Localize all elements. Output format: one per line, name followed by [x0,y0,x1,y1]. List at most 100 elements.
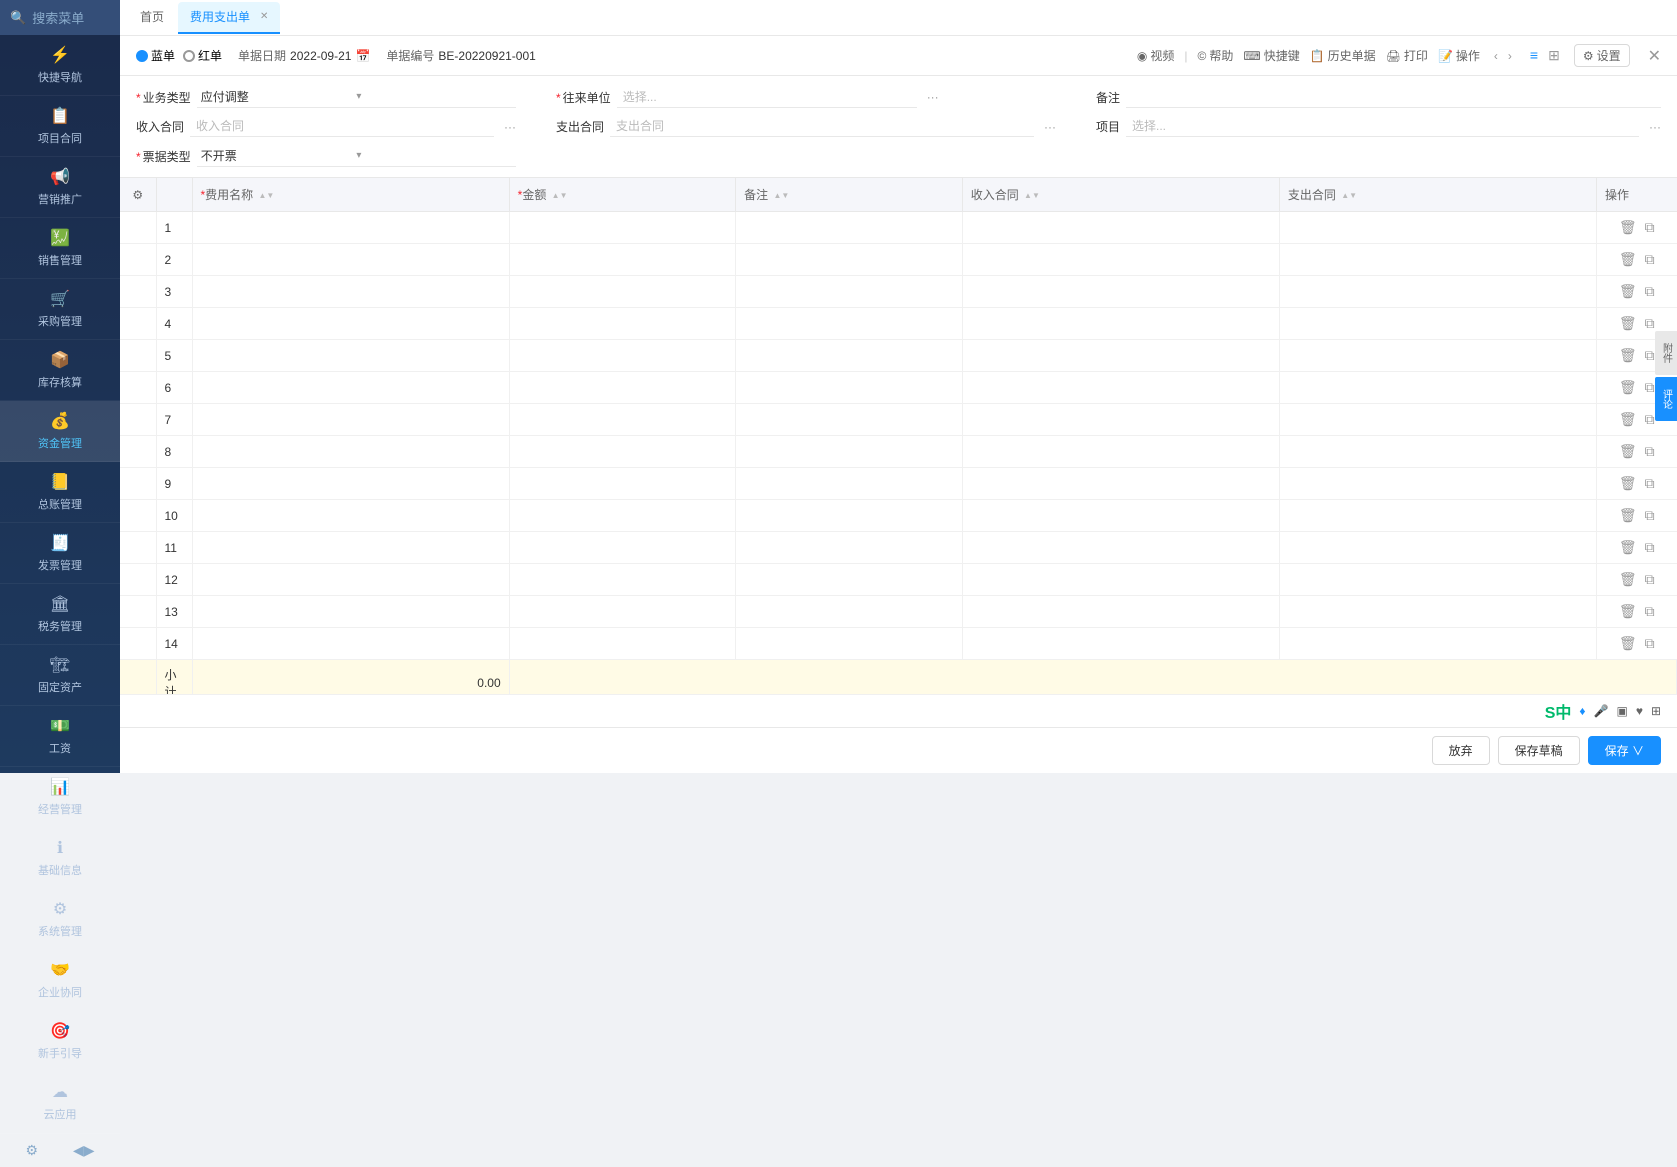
radio-red[interactable]: 红单 [183,47,222,64]
sidebar-item-sales[interactable]: 💹销售管理 [0,218,120,279]
delete-icon[interactable]: 🗑 [1619,507,1637,524]
expense-contract-cell[interactable] [1279,500,1596,532]
sidebar-item-purchase[interactable]: 🛒采购管理 [0,279,120,340]
action-operations[interactable]: 📝 操作 [1438,47,1480,64]
copy-icon[interactable]: ⧉ [1645,475,1655,492]
project-input[interactable] [1126,116,1639,137]
sidebar-item-new-guide[interactable]: 🎯新手引导 [0,1011,120,1072]
amount-cell[interactable] [509,436,736,468]
remarks-cell[interactable] [736,372,963,404]
ticket-type-select[interactable]: 不开票 ▾ [197,145,516,167]
settings-button[interactable]: ⚙ 设置 [1574,44,1630,67]
sidebar-item-tax[interactable]: 🏛税务管理 [0,584,120,645]
expense-contract-ellipsis[interactable]: ··· [1044,120,1056,134]
remarks-cell[interactable] [736,500,963,532]
delete-icon[interactable]: 🗑 [1619,379,1637,396]
delete-icon[interactable]: 🗑 [1619,635,1637,652]
income-contract-cell[interactable] [962,628,1279,660]
copy-icon[interactable]: ⧉ [1645,283,1655,300]
expense-contract-cell[interactable] [1279,564,1596,596]
remarks-cell[interactable] [736,212,963,244]
copy-icon[interactable]: ⧉ [1645,603,1655,620]
sidebar-item-invoice[interactable]: 🧾发票管理 [0,523,120,584]
sidebar-item-fixed-assets[interactable]: 🏗固定资产 [0,645,120,706]
side-tab-attach[interactable]: 附件 [1655,331,1677,375]
tab-expense[interactable]: 费用支出单 ✕ [178,2,280,34]
sidebar-item-inventory[interactable]: 📦库存核算 [0,340,120,401]
delete-icon[interactable]: 🗑 [1619,347,1637,364]
income-contract-cell[interactable] [962,596,1279,628]
income-contract-cell[interactable] [962,500,1279,532]
mic-icon[interactable]: 🎤 [1594,704,1609,718]
expense-contract-cell[interactable] [1279,276,1596,308]
income-contract-cell[interactable] [962,436,1279,468]
expense-contract-cell[interactable] [1279,212,1596,244]
close-button[interactable]: ✕ [1648,46,1661,66]
delete-icon[interactable]: 🗑 [1619,315,1637,332]
expense-contract-cell[interactable] [1279,628,1596,660]
delete-icon[interactable]: 🗑 [1619,411,1637,428]
radio-blue[interactable]: 蓝单 [136,47,175,64]
remarks-cell[interactable] [736,468,963,500]
remarks-cell[interactable] [736,244,963,276]
copy-icon[interactable]: ⧉ [1645,347,1655,364]
copy-icon[interactable]: ⧉ [1645,635,1655,652]
amount-cell[interactable] [509,276,736,308]
action-video[interactable]: ◉ 视频 [1137,47,1175,64]
expense-name-sort[interactable]: ▲▼ [259,191,275,200]
expense-name-cell[interactable] [192,308,509,340]
income-contract-cell[interactable] [962,244,1279,276]
amount-cell[interactable] [509,244,736,276]
counterpart-input[interactable] [617,87,917,108]
amount-cell[interactable] [509,532,736,564]
income-contract-cell[interactable] [962,308,1279,340]
sidebar-item-project-contract[interactable]: 📋项目合同 [0,96,120,157]
amount-cell[interactable] [509,212,736,244]
remarks-cell[interactable] [736,628,963,660]
expense-name-cell[interactable] [192,564,509,596]
remarks-cell[interactable] [736,532,963,564]
remarks-input[interactable] [1126,87,1661,108]
expense-contract-cell[interactable] [1279,532,1596,564]
view-list-btn[interactable]: ≡ [1526,45,1542,66]
amount-sort[interactable]: ▲▼ [552,191,568,200]
sidebar-item-finance[interactable]: 💰资金管理 [0,401,120,462]
expense-name-cell[interactable] [192,244,509,276]
amount-cell[interactable] [509,308,736,340]
sidebar-item-enterprise[interactable]: 🤝企业协同 [0,950,120,1011]
save-draft-button[interactable]: 保存草稿 [1498,736,1580,765]
copy-icon[interactable]: ⧉ [1645,379,1655,396]
project-ellipsis[interactable]: ··· [1649,120,1661,134]
copy-icon[interactable]: ⧉ [1645,411,1655,428]
business-type-select[interactable]: 应付调整 ▾ [197,86,516,108]
sidebar-item-basic-info[interactable]: ℹ基础信息 [0,828,120,889]
expense-name-cell[interactable] [192,468,509,500]
side-tab-comment[interactable]: 评论 [1655,377,1677,421]
copy-icon[interactable]: ⧉ [1645,571,1655,588]
delete-icon[interactable]: 🗑 [1619,539,1637,556]
expense-name-cell[interactable] [192,500,509,532]
action-print[interactable]: 🖨 打印 [1386,47,1428,64]
remarks-cell[interactable] [736,308,963,340]
sidebar-item-quick-nav[interactable]: ⚡快捷导航 [0,35,120,96]
expense-name-cell[interactable] [192,596,509,628]
sidebar-item-cloud-apps[interactable]: ☁云应用 [0,1072,120,1133]
expense-contract-input[interactable] [610,116,1034,137]
sidebar-item-ledger[interactable]: 📒总账管理 [0,462,120,523]
copy-icon[interactable]: ⧉ [1645,507,1655,524]
expense-name-cell[interactable] [192,436,509,468]
sidebar-item-operations[interactable]: 📊经营管理 [0,767,120,828]
amount-cell[interactable] [509,564,736,596]
delete-icon[interactable]: 🗑 [1619,475,1637,492]
income-contract-cell[interactable] [962,212,1279,244]
expense-contract-cell[interactable] [1279,244,1596,276]
amount-cell[interactable] [509,596,736,628]
income-contract-sort[interactable]: ▲▼ [1024,191,1040,200]
volume-icon[interactable]: ◀▶ [73,1142,95,1159]
amount-cell[interactable] [509,500,736,532]
calendar-icon[interactable]: 📅 [355,49,370,63]
remarks-cell[interactable] [736,276,963,308]
income-contract-cell[interactable] [962,372,1279,404]
expense-contract-sort[interactable]: ▲▼ [1341,191,1357,200]
save-button[interactable]: 保存 ∨ [1588,736,1661,765]
